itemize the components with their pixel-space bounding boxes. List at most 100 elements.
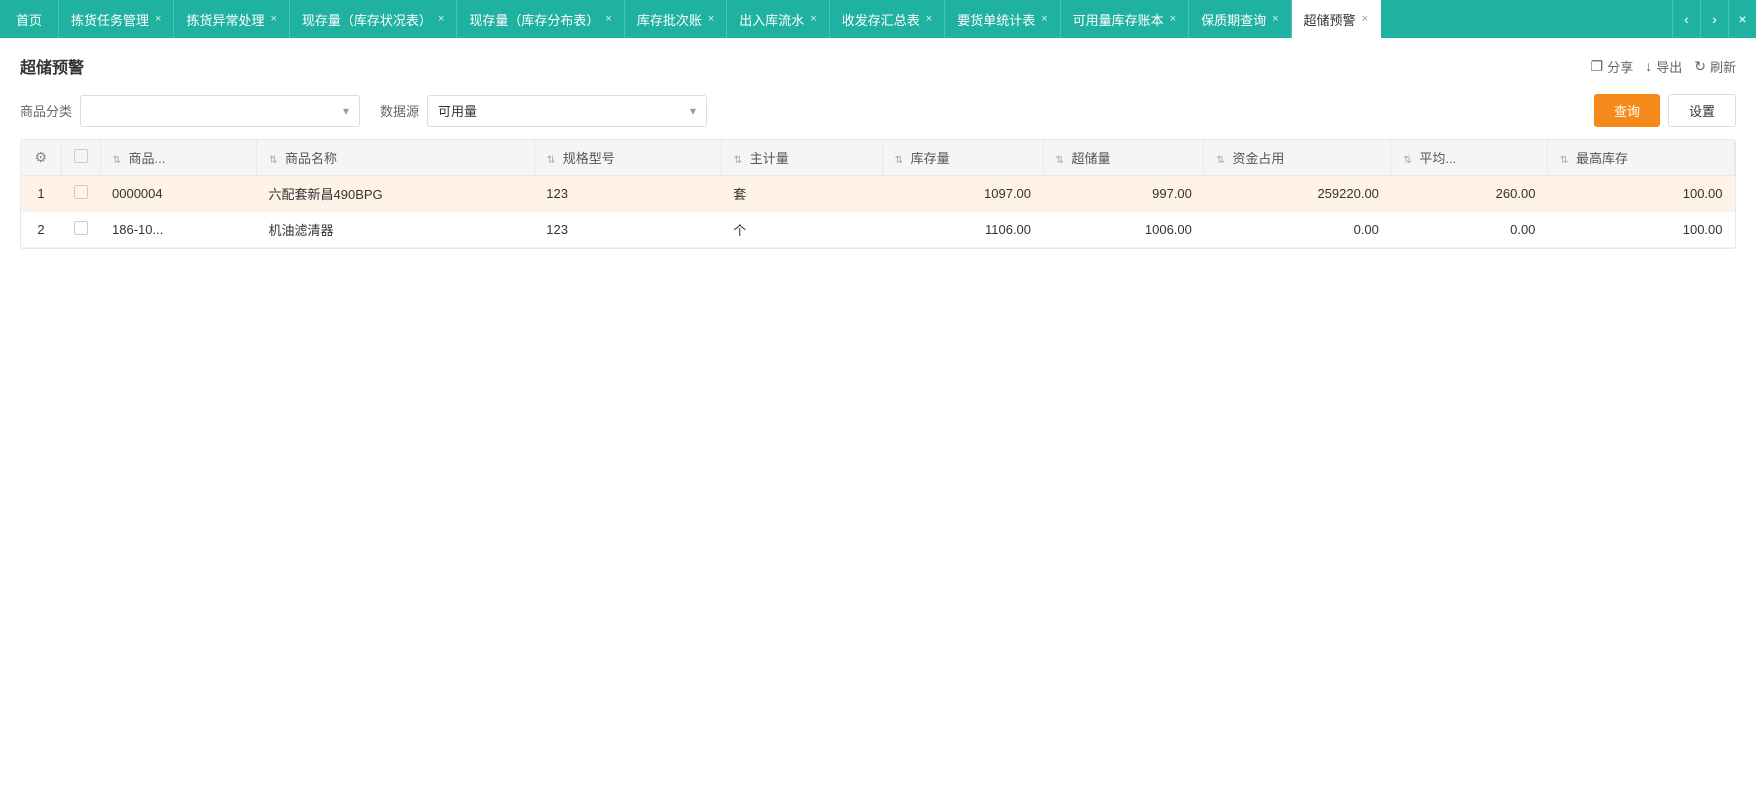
col-header-max-stock[interactable]: ⇅ 最高库存 bbox=[1547, 140, 1734, 176]
header-actions: ❐ 分享 ↓ 导出 ↻ 刷新 bbox=[1591, 57, 1736, 76]
sort-icon-name: ⇅ bbox=[269, 155, 277, 166]
sort-icon-max: ⇅ bbox=[1560, 155, 1568, 166]
col-header-settings: ⚙ bbox=[21, 140, 61, 176]
col-header-overstock[interactable]: ⇅ 超储量 bbox=[1043, 140, 1204, 176]
row-1-checkbox[interactable] bbox=[74, 185, 88, 199]
row-2-product-code: 186-10... bbox=[100, 212, 257, 248]
share-button[interactable]: ❐ 分享 bbox=[1591, 57, 1634, 76]
tab-inventory-distribution[interactable]: 现存量（库存分布表） × bbox=[457, 0, 624, 38]
table-body: 1 0000004 六配套新昌490BPG 123 套 1097.00 997.… bbox=[21, 176, 1735, 248]
data-table: ⚙ ⇅ 商品... ⇅ 商品名称 ⇅ 规格型号 bbox=[21, 140, 1735, 248]
col-header-stock[interactable]: ⇅ 库存量 bbox=[882, 140, 1043, 176]
col-header-capital[interactable]: ⇅ 资金占用 bbox=[1204, 140, 1391, 176]
close-tab-11[interactable]: × bbox=[1362, 13, 1368, 25]
export-button[interactable]: ↓ 导出 bbox=[1645, 57, 1682, 76]
row-2-max-stock: 100.00 bbox=[1547, 212, 1734, 248]
sort-icon-spec: ⇅ bbox=[547, 155, 555, 166]
tab-inout-flow[interactable]: 出入库流水 × bbox=[727, 0, 829, 38]
top-navigation: 首页 拣货任务管理 × 拣货异常处理 × 现存量（库存状况表） × 现存量（库存… bbox=[0, 0, 1756, 38]
row-checkbox-1[interactable] bbox=[61, 176, 100, 212]
sort-icon-capital: ⇅ bbox=[1216, 155, 1224, 166]
sort-icon-unit: ⇅ bbox=[734, 155, 742, 166]
table-row: 2 186-10... 机油滤清器 123 个 1106.00 1006.00 … bbox=[21, 212, 1735, 248]
row-2-product-name: 机油滤清器 bbox=[257, 212, 535, 248]
col-header-product-code[interactable]: ⇅ 商品... bbox=[100, 140, 257, 176]
close-tab-6[interactable]: × bbox=[810, 13, 816, 25]
close-tab-9[interactable]: × bbox=[1170, 13, 1176, 25]
tab-batch-account[interactable]: 库存批次账 × bbox=[625, 0, 727, 38]
tab-available-account[interactable]: 可用量库存账本 × bbox=[1061, 0, 1189, 38]
category-label: 商品分类 bbox=[20, 101, 72, 120]
page-header: 超储预警 ❐ 分享 ↓ 导出 ↻ 刷新 bbox=[20, 54, 1736, 78]
row-index-1: 1 bbox=[21, 176, 61, 212]
sort-icon-stock: ⇅ bbox=[895, 155, 903, 166]
tab-shelf-life[interactable]: 保质期查询 × bbox=[1189, 0, 1291, 38]
close-tab-3[interactable]: × bbox=[438, 13, 444, 25]
nav-home[interactable]: 首页 bbox=[0, 0, 59, 38]
row-2-stock: 1106.00 bbox=[882, 212, 1043, 248]
row-1-capital: 259220.00 bbox=[1204, 176, 1391, 212]
tab-inventory-status[interactable]: 现存量（库存状况表） × bbox=[290, 0, 457, 38]
close-tab-7[interactable]: × bbox=[926, 13, 932, 25]
row-1-spec: 123 bbox=[534, 176, 721, 212]
refresh-button[interactable]: ↻ 刷新 bbox=[1694, 57, 1736, 76]
row-1-avg: 260.00 bbox=[1391, 176, 1548, 212]
share-icon: ❐ bbox=[1591, 58, 1604, 75]
settings-button[interactable]: 设置 bbox=[1668, 94, 1736, 127]
nav-arrows: ‹ › × bbox=[1672, 0, 1756, 38]
tab-abnormal-processing[interactable]: 拣货异常处理 × bbox=[174, 0, 289, 38]
col-header-unit[interactable]: ⇅ 主计量 bbox=[721, 140, 882, 176]
col-header-checkbox bbox=[61, 140, 100, 176]
row-2-checkbox[interactable] bbox=[74, 221, 88, 235]
datasource-select[interactable]: 可用量 ▾ bbox=[427, 95, 707, 127]
tab-demand-stats[interactable]: 要货单统计表 × bbox=[945, 0, 1060, 38]
close-tab-10[interactable]: × bbox=[1272, 13, 1278, 25]
close-tab-2[interactable]: × bbox=[270, 13, 276, 25]
nav-arrow-left[interactable]: ‹ bbox=[1672, 0, 1700, 38]
close-tab-5[interactable]: × bbox=[708, 13, 714, 25]
tab-task-management[interactable]: 拣货任务管理 × bbox=[59, 0, 174, 38]
row-2-avg: 0.00 bbox=[1391, 212, 1548, 248]
data-table-wrapper: ⚙ ⇅ 商品... ⇅ 商品名称 ⇅ 规格型号 bbox=[20, 139, 1736, 249]
row-2-unit: 个 bbox=[721, 212, 882, 248]
chevron-down-icon-2: ▾ bbox=[690, 104, 696, 118]
close-tab-1[interactable]: × bbox=[155, 13, 161, 25]
col-header-spec[interactable]: ⇅ 规格型号 bbox=[534, 140, 721, 176]
filter-category: 商品分类 ▾ bbox=[20, 95, 360, 127]
page-title: 超储预警 bbox=[20, 54, 84, 78]
filter-row-1: 商品分类 ▾ 数据源 可用量 ▾ 查询 设置 bbox=[20, 94, 1736, 127]
row-checkbox-2[interactable] bbox=[61, 212, 100, 248]
row-1-product-name: 六配套新昌490BPG bbox=[257, 176, 535, 212]
sort-icon-code: ⇅ bbox=[113, 155, 121, 166]
refresh-icon: ↻ bbox=[1694, 58, 1706, 75]
settings-gear-icon[interactable]: ⚙ bbox=[34, 149, 47, 165]
table-header: ⚙ ⇅ 商品... ⇅ 商品名称 ⇅ 规格型号 bbox=[21, 140, 1735, 176]
col-header-avg[interactable]: ⇅ 平均... bbox=[1391, 140, 1548, 176]
nav-arrow-right[interactable]: › bbox=[1700, 0, 1728, 38]
category-select[interactable]: ▾ bbox=[80, 95, 360, 127]
col-header-product-name[interactable]: ⇅ 商品名称 bbox=[257, 140, 535, 176]
row-2-overstock: 1006.00 bbox=[1043, 212, 1204, 248]
row-2-capital: 0.00 bbox=[1204, 212, 1391, 248]
row-1-unit: 套 bbox=[721, 176, 882, 212]
tab-overstock-warning[interactable]: 超储预警 × bbox=[1292, 0, 1381, 38]
header-checkbox[interactable] bbox=[74, 149, 88, 163]
query-button[interactable]: 查询 bbox=[1594, 94, 1660, 127]
close-tab-8[interactable]: × bbox=[1041, 13, 1047, 25]
row-1-max-stock: 100.00 bbox=[1547, 176, 1734, 212]
row-index-2: 2 bbox=[21, 212, 61, 248]
row-1-product-code: 0000004 bbox=[100, 176, 257, 212]
table-row: 1 0000004 六配套新昌490BPG 123 套 1097.00 997.… bbox=[21, 176, 1735, 212]
datasource-label: 数据源 bbox=[380, 101, 419, 120]
tab-summary-table[interactable]: 收发存汇总表 × bbox=[830, 0, 945, 38]
row-2-spec: 123 bbox=[534, 212, 721, 248]
chevron-down-icon: ▾ bbox=[343, 104, 349, 118]
row-1-overstock: 997.00 bbox=[1043, 176, 1204, 212]
nav-arrow-close[interactable]: × bbox=[1728, 0, 1756, 38]
page-content: 超储预警 ❐ 分享 ↓ 导出 ↻ 刷新 商品分类 ▾ 数据源 bbox=[0, 38, 1756, 800]
close-tab-4[interactable]: × bbox=[605, 13, 611, 25]
datasource-select-value: 可用量 bbox=[438, 101, 477, 120]
filter-datasource: 数据源 可用量 ▾ bbox=[380, 95, 707, 127]
filter-actions: 查询 设置 bbox=[1594, 94, 1736, 127]
sort-icon-avg: ⇅ bbox=[1403, 155, 1411, 166]
